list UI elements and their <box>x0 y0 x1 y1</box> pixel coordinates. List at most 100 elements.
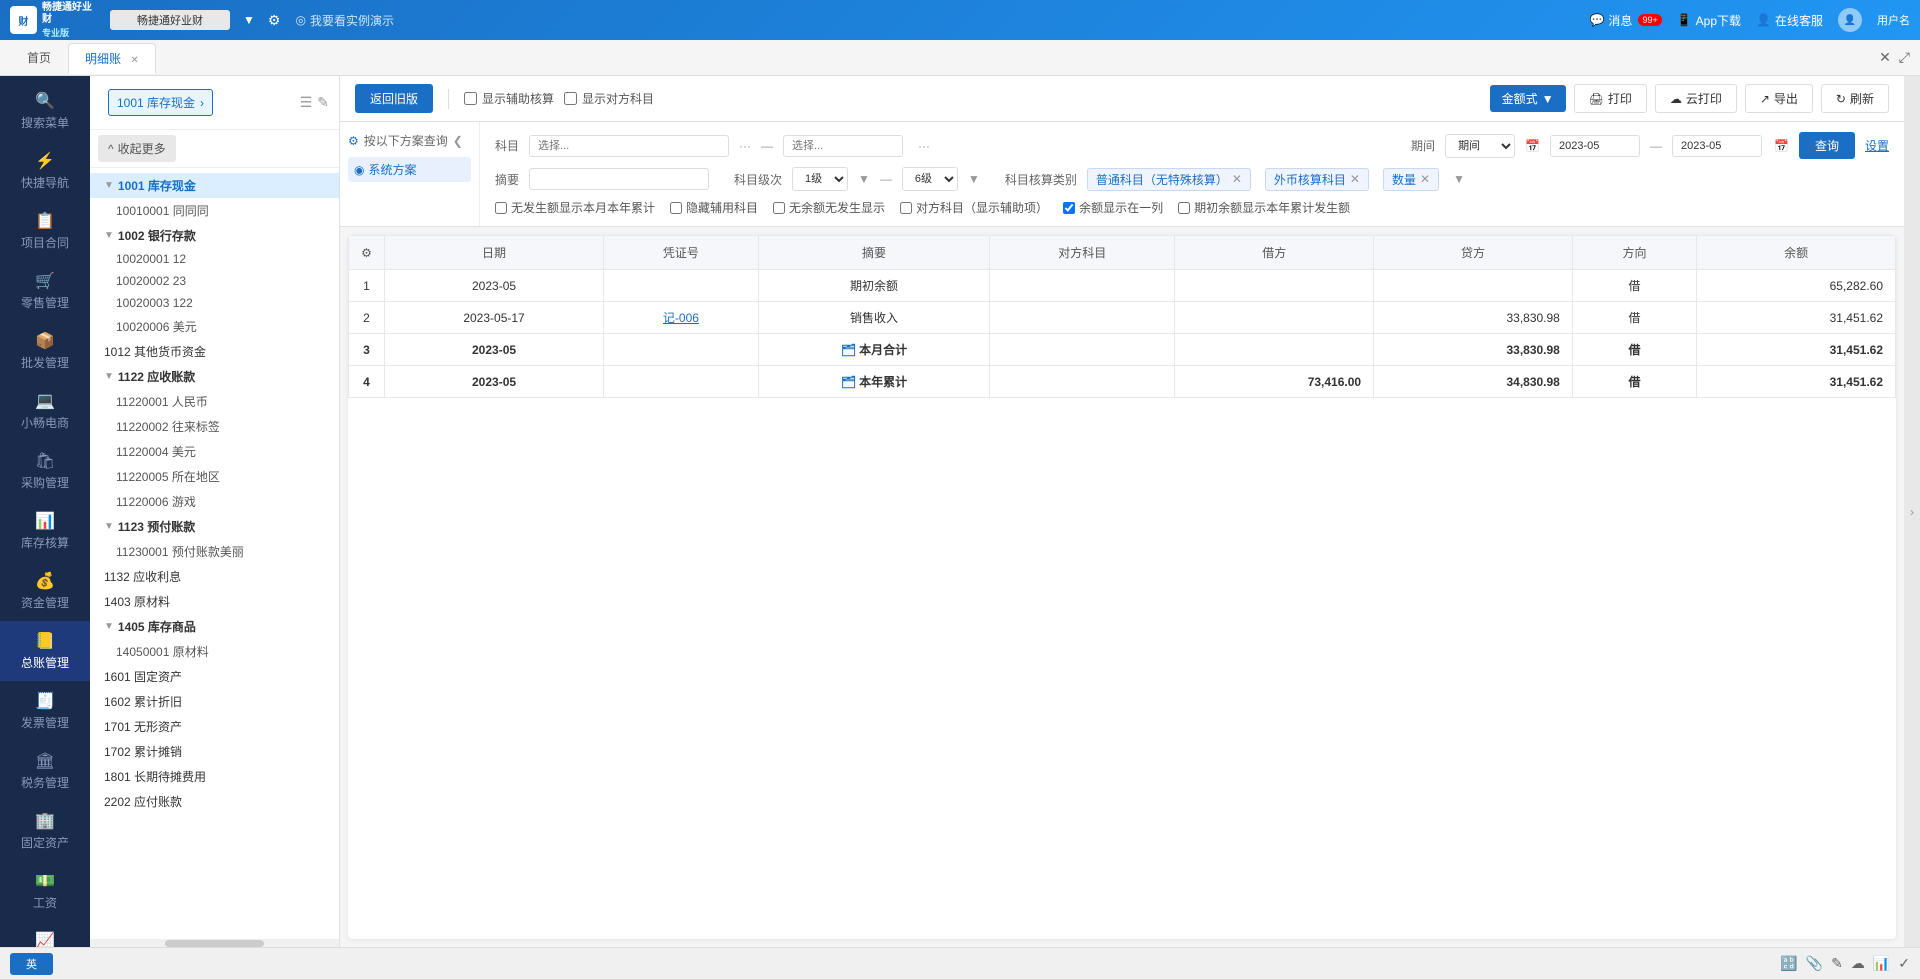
window-dropdown-icon[interactable]: ▼ <box>243 13 255 27</box>
back-old-version-btn[interactable]: 返回旧版 <box>355 84 433 113</box>
checkbox-show-contra[interactable]: 对方科目（显示辅助项） <box>900 199 1048 216</box>
checkbox-no-balance[interactable]: 无余额无发生显示 <box>773 199 885 216</box>
show-cumulative-checkbox[interactable] <box>1178 202 1190 214</box>
collapse-btn[interactable]: ^ 收起更多 <box>98 135 176 162</box>
user-avatar[interactable]: 👤 <box>1838 8 1862 32</box>
tab-home[interactable]: 首页 <box>10 42 68 73</box>
sidebar-item-purchase[interactable]: 🛍 采购管理 <box>0 441 90 501</box>
subject-input-2[interactable] <box>783 135 903 157</box>
category-dropdown-icon[interactable]: ▼ <box>1453 172 1465 186</box>
tree-node-1012[interactable]: 1012 其他货币资金 <box>90 339 339 364</box>
tree-node-1701[interactable]: 1701 无形资产 <box>90 714 339 739</box>
refresh-btn[interactable]: ↻ 刷新 <box>1821 84 1889 113</box>
sidebar-item-invoice[interactable]: 🧾 发票管理 <box>0 681 90 741</box>
tree-node-2202[interactable]: 2202 应付账款 <box>90 789 339 814</box>
tree-node-1602[interactable]: 1602 累计折旧 <box>90 689 339 714</box>
demo-link[interactable]: ◎ 我要看实例演示 <box>295 12 394 29</box>
tree-node-1002[interactable]: ▼ 1002 银行存款 <box>90 223 339 248</box>
sidebar-item-wholesale[interactable]: 📦 批发管理 <box>0 321 90 381</box>
subject-input[interactable] <box>529 135 729 157</box>
tree-node-11220002[interactable]: 11220002 往来标签 <box>90 414 339 439</box>
tag-close-icon-1[interactable]: ✕ <box>1232 172 1242 186</box>
period-type-select[interactable]: 期间 <box>1445 134 1515 158</box>
tree-node-1403[interactable]: 1403 原材料 <box>90 589 339 614</box>
tab-detail[interactable]: 明细账 ✕ <box>68 43 156 74</box>
tree-node-11220005[interactable]: 11220005 所在地区 <box>90 464 339 489</box>
settings-icon[interactable]: ⚙ <box>268 12 281 29</box>
filter-settings-btn[interactable]: 设置 <box>1865 137 1889 154</box>
period-calendar-icon[interactable]: 📅 <box>1525 139 1540 153</box>
summary-input[interactable] <box>529 168 709 190</box>
tree-node-1132[interactable]: 1132 应收利息 <box>90 564 339 589</box>
checkbox-show-cumulative[interactable]: 期初余额显示本年累计发生额 <box>1178 199 1350 216</box>
tree-node-11220004[interactable]: 11220004 美元 <box>90 439 339 464</box>
lang-btn[interactable]: 英 <box>10 953 53 975</box>
bottom-icon-edit[interactable]: ✎ <box>1831 955 1843 972</box>
sidebar-item-assets[interactable]: 🏢 固定资产 <box>0 801 90 861</box>
tree-node-1405[interactable]: ▼ 1405 库存商品 <box>90 614 339 639</box>
checkbox-balance-one-col[interactable]: 余额显示在一列 <box>1063 199 1163 216</box>
show-aux-checkbox[interactable] <box>464 92 477 105</box>
period-end-input[interactable] <box>1672 135 1762 157</box>
th-settings[interactable]: ⚙ <box>349 236 385 270</box>
tree-node-10020002[interactable]: 10020002 23 <box>90 270 339 292</box>
system-scheme-btn[interactable]: ◉ 系统方案 <box>348 157 471 182</box>
right-panel-toggle[interactable]: › <box>1904 76 1920 947</box>
tree-node-1801[interactable]: 1801 长期待摊费用 <box>90 764 339 789</box>
tab-close-icon[interactable]: ✕ <box>130 55 138 66</box>
tag-close-icon-2[interactable]: ✕ <box>1350 172 1360 186</box>
sidebar-item-project[interactable]: 📋 项目合同 <box>0 201 90 261</box>
scheme-settings-icon[interactable]: ⚙ <box>348 134 359 148</box>
bottom-icon-attach[interactable]: 📎 <box>1806 955 1823 972</box>
checkbox-hide-aux[interactable]: 隐藏辅用科目 <box>670 199 758 216</box>
period-calendar-icon-2[interactable]: 📅 <box>1774 139 1789 153</box>
balance-one-col-checkbox[interactable] <box>1063 202 1075 214</box>
tree-node-10010001[interactable]: 10010001 同同同 <box>90 198 339 223</box>
tree-edit-icon[interactable]: ✎ <box>317 94 329 111</box>
tree-node-1123[interactable]: ▼ 1123 预付账款 <box>90 514 339 539</box>
tree-node-10020006[interactable]: 10020006 美元 <box>90 314 339 339</box>
show-contra-checkbox[interactable] <box>564 92 577 105</box>
sidebar-item-retail[interactable]: 🛒 零售管理 <box>0 261 90 321</box>
export-btn[interactable]: ↗ 导出 <box>1745 84 1813 113</box>
tab-close-btn[interactable]: ✕ <box>1879 49 1891 66</box>
tree-node-1122[interactable]: ▼ 1122 应收账款 <box>90 364 339 389</box>
hide-aux-checkbox[interactable] <box>670 202 682 214</box>
tree-node-14050001[interactable]: 14050001 原材料 <box>90 639 339 664</box>
tree-node-11220001[interactable]: 11220001 人民币 <box>90 389 339 414</box>
checkbox-no-occur[interactable]: 无发生额显示本月本年累计 <box>495 199 655 216</box>
sidebar-item-capital[interactable]: 💰 资金管理 <box>0 561 90 621</box>
tree-node-11220006[interactable]: 11220006 游戏 <box>90 489 339 514</box>
sidebar-item-salary[interactable]: 💵 工资 <box>0 861 90 921</box>
scheme-panel-collapse-icon[interactable]: ❮ <box>453 134 463 148</box>
tree-selected-node[interactable]: 1001 库存现金 › <box>108 89 213 116</box>
sidebar-item-search[interactable]: 🔍 搜索菜单 <box>0 81 90 141</box>
tree-node-1001[interactable]: ▼ 1001 库存现金 <box>90 173 339 198</box>
sidebar-item-shortcut[interactable]: ⚡ 快捷导航 <box>0 141 90 201</box>
bottom-icon-chart[interactable]: 📊 <box>1873 955 1890 972</box>
tree-settings-icon[interactable]: ☰ <box>300 94 313 111</box>
sidebar-item-biz[interactable]: 📈 经营管理 <box>0 921 90 947</box>
sidebar-item-ecommerce[interactable]: 💻 小畅电商 <box>0 381 90 441</box>
sidebar-item-ledger[interactable]: 📒 总账管理 <box>0 621 90 681</box>
no-balance-checkbox[interactable] <box>773 202 785 214</box>
tree-node-1601[interactable]: 1601 固定资产 <box>90 664 339 689</box>
cloud-print-btn[interactable]: ☁ 云打印 <box>1655 84 1737 113</box>
bottom-icon-check[interactable]: ✓ <box>1898 955 1910 972</box>
online-service-btn[interactable]: 👤 在线客服 <box>1756 12 1823 29</box>
app-download-btn[interactable]: 📱 App下载 <box>1677 12 1741 29</box>
level-start-select[interactable]: 1级 <box>792 167 848 191</box>
sidebar-item-tax[interactable]: 🏛 税务管理 <box>0 741 90 801</box>
level-end-select[interactable]: 6级 <box>902 167 958 191</box>
show-contra-filter-checkbox[interactable] <box>900 202 912 214</box>
tab-expand-btn[interactable]: ⤢ <box>1899 49 1910 66</box>
tree-node-10020003[interactable]: 10020003 122 <box>90 292 339 314</box>
bottom-icon-font[interactable]: 🔡 <box>1780 955 1797 972</box>
period-start-input[interactable] <box>1550 135 1640 157</box>
tree-scrollbar[interactable] <box>90 939 339 947</box>
message-btn[interactable]: 💬 消息 99+ <box>1589 12 1661 29</box>
tree-node-11230001[interactable]: 11230001 预付账款美丽 <box>90 539 339 564</box>
bottom-icon-cloud[interactable]: ☁ <box>1851 955 1865 972</box>
print-btn[interactable]: 🖨 打印 <box>1574 84 1647 113</box>
tree-node-1702[interactable]: 1702 累计摊销 <box>90 739 339 764</box>
